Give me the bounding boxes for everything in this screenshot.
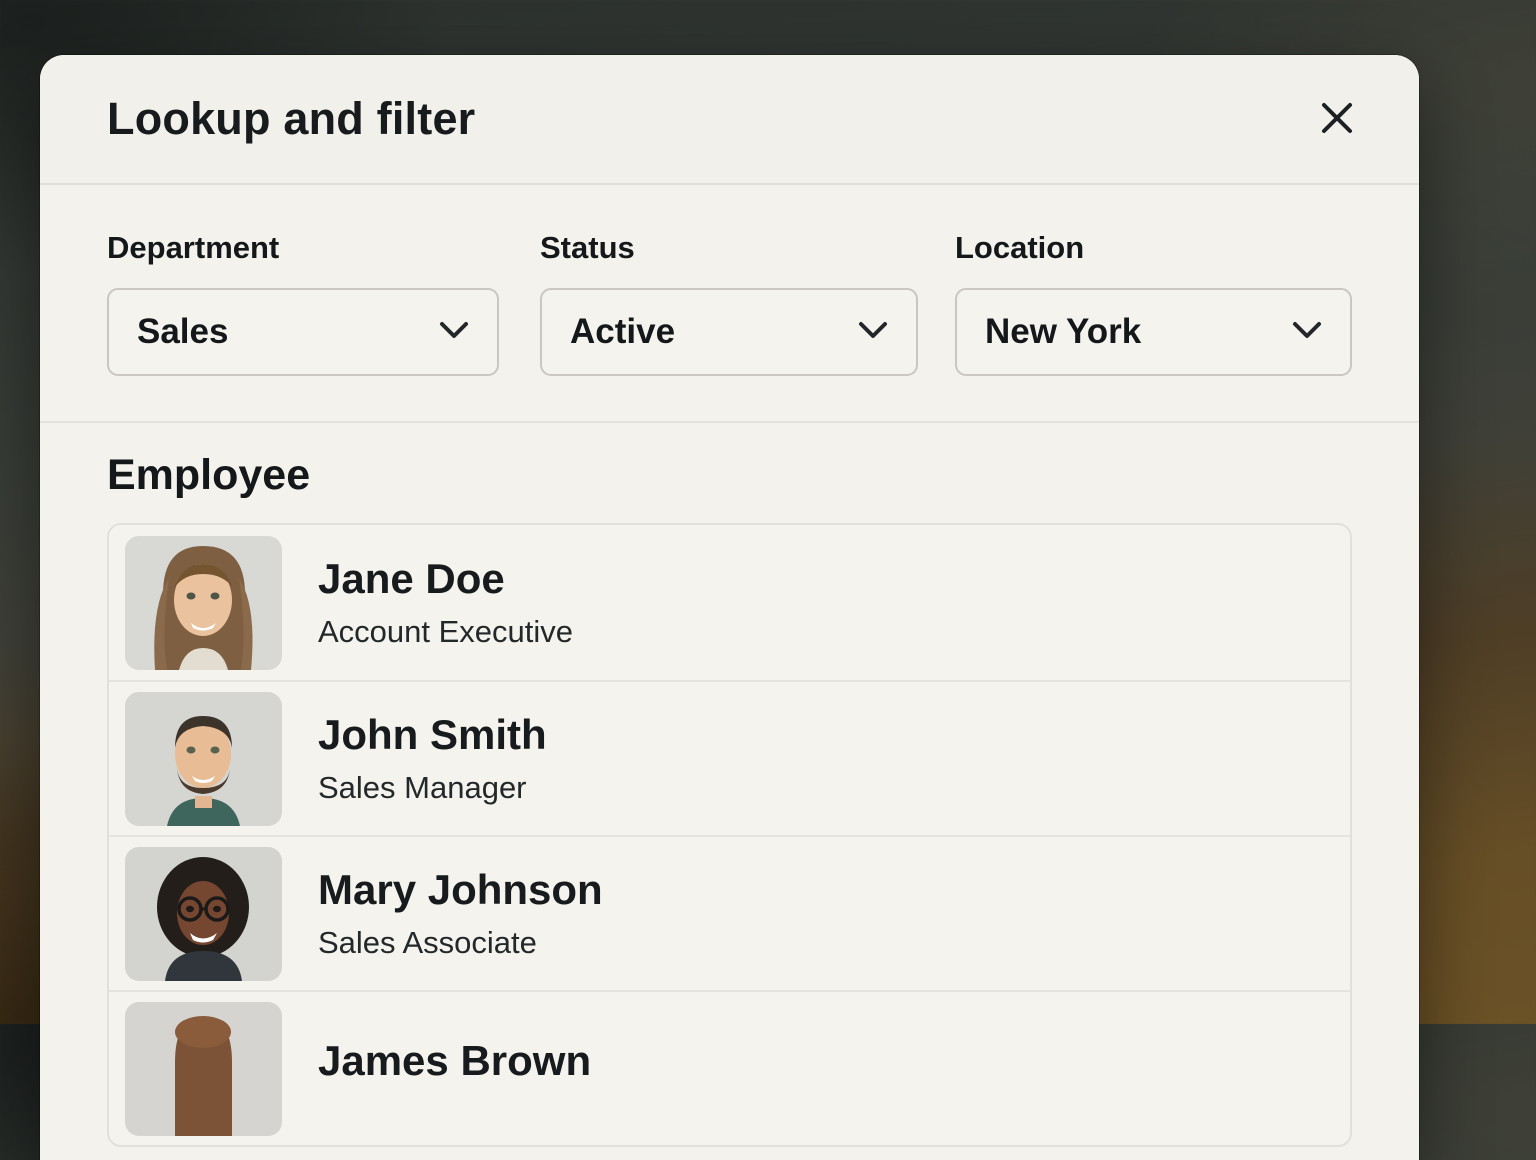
status-selected-value: Active: [570, 312, 676, 351]
employee-role: Sales Associate: [318, 925, 537, 960]
employee-role: Sales Manager: [318, 770, 527, 805]
employee-name: John Smith: [318, 711, 547, 758]
avatar-james-brown: [125, 1001, 282, 1136]
lookup-and-filter-dialog: Lookup and filter Department Sales Statu…: [40, 55, 1419, 1160]
location-label: Location: [955, 230, 1085, 265]
avatar-mary-johnson: [125, 846, 282, 981]
employee-row-john-smith[interactable]: John Smith Sales Manager: [109, 680, 1350, 835]
dialog-header: Lookup and filter: [40, 55, 1419, 185]
employee-row-james-brown[interactable]: James Brown: [109, 990, 1350, 1145]
filter-status: Status Active: [540, 230, 918, 376]
x-close-icon: [1317, 98, 1357, 141]
employee-role: Account Executive: [318, 614, 574, 649]
employee-name: Mary Johnson: [318, 866, 603, 913]
chevron-down-icon: [437, 319, 471, 346]
employee-row-mary-johnson[interactable]: Mary Johnson Sales Associate: [109, 835, 1350, 990]
chevron-down-icon: [1290, 319, 1324, 346]
employee-info: James Brown: [318, 1036, 592, 1098]
location-select[interactable]: New York: [955, 288, 1352, 376]
employee-heading: Employee: [107, 451, 311, 499]
employee-name: James Brown: [318, 1036, 592, 1084]
department-select[interactable]: Sales: [107, 288, 499, 376]
status-select[interactable]: Active: [540, 288, 918, 376]
employee-info: John Smith Sales Manager: [318, 711, 547, 805]
filters-bar: Department Sales Status Active Location …: [40, 185, 1419, 423]
filter-location: Location New York: [955, 230, 1352, 376]
employee-row-jane-doe[interactable]: Jane Doe Account Executive: [109, 525, 1350, 680]
department-selected-value: Sales: [137, 312, 229, 351]
employee-section: Employee Jane Doe Account Executive John…: [40, 423, 1419, 1147]
employee-list: Jane Doe Account Executive John Smith Sa…: [107, 523, 1352, 1147]
employee-name: Jane Doe: [318, 555, 505, 602]
location-selected-value: New York: [985, 312, 1142, 351]
employee-info: Jane Doe Account Executive: [318, 555, 574, 649]
dialog-title: Lookup and filter: [107, 93, 476, 144]
filter-department: Department Sales: [107, 230, 499, 376]
avatar-jane-doe: [125, 535, 282, 670]
avatar-john-smith: [125, 691, 282, 826]
chevron-down-icon: [856, 319, 890, 346]
status-label: Status: [540, 230, 635, 265]
close-button[interactable]: [1309, 91, 1365, 147]
employee-info: Mary Johnson Sales Associate: [318, 866, 603, 960]
department-label: Department: [107, 230, 280, 265]
